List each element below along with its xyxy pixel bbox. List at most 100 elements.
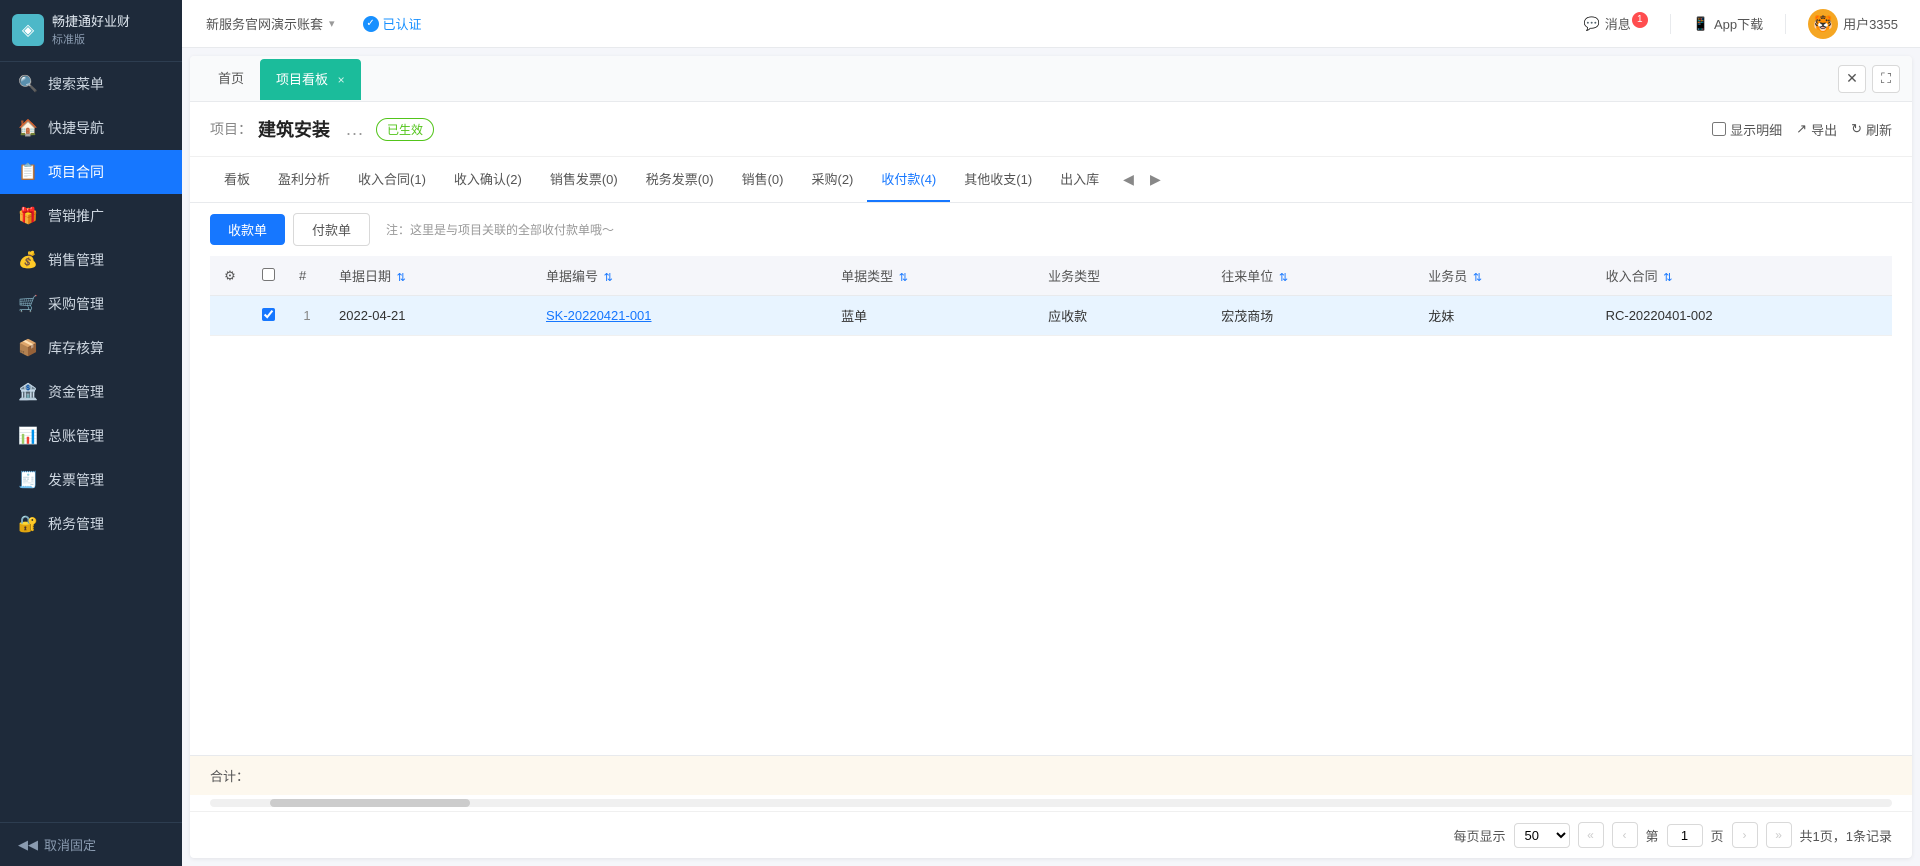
sub-nav-profit[interactable]: 盈利分析	[264, 157, 344, 202]
sidebar-item-funds[interactable]: 🏦 资金管理	[0, 370, 182, 414]
main-content: 新服务官网演示账套 ▾ ✓ 已认证 💬 消息 1 📱 App下载 🐯 用户	[182, 0, 1920, 866]
sidebar-item-marketing[interactable]: 🎁 营销推广	[0, 194, 182, 238]
prev-page-button[interactable]: ‹	[1612, 822, 1638, 848]
doc-link[interactable]: SK-20220421-001	[546, 308, 652, 323]
code-cell[interactable]: SK-20220421-001	[534, 296, 829, 336]
next-page-button[interactable]: ›	[1732, 822, 1758, 848]
salesperson-label: 业务员	[1428, 269, 1467, 284]
partner-label: 往来单位	[1221, 269, 1273, 284]
show-detail-toggle[interactable]: 显示明细	[1712, 120, 1782, 139]
sidebar-item-label: 税务管理	[48, 514, 104, 534]
sidebar-item-label: 销售管理	[48, 250, 104, 270]
status-badge: 已生效	[376, 118, 434, 141]
sidebar-unpin-button[interactable]: ◀◀ 取消固定	[0, 822, 182, 866]
topbar-left: 新服务官网演示账套 ▾ ✓ 已认证	[198, 10, 1578, 37]
account-selector[interactable]: 新服务官网演示账套 ▾	[198, 10, 343, 37]
sub-nav-receipt[interactable]: 收付款(4)	[867, 157, 950, 202]
type-column-header[interactable]: 单据类型 ⇅	[829, 256, 1036, 296]
checkbox-cell[interactable]	[250, 296, 287, 336]
invoice-icon: 🧾	[18, 470, 38, 490]
show-detail-checkbox[interactable]	[1712, 122, 1726, 136]
pagination: 每页显示 50 20 100 « ‹ 第 页 › » 共1页，1条记录	[190, 811, 1912, 858]
settings-column-header[interactable]: ⚙	[210, 256, 250, 296]
per-page-select[interactable]: 50 20 100	[1514, 823, 1570, 848]
sidebar-item-ledger[interactable]: 📊 总账管理	[0, 414, 182, 458]
first-page-button[interactable]: «	[1578, 822, 1604, 848]
partner-column-header[interactable]: 往来单位 ⇅	[1209, 256, 1416, 296]
tab-project-board[interactable]: 项目看板 ×	[260, 59, 361, 100]
sub-nav-income-contract[interactable]: 收入合同(1)	[344, 157, 440, 202]
sub-nav-sales[interactable]: 销售(0)	[728, 157, 798, 202]
income-contract-sort-icon: ⇅	[1663, 272, 1672, 284]
next-page-icon: ›	[1743, 828, 1747, 842]
sidebar-item-purchase[interactable]: 🛒 采购管理	[0, 282, 182, 326]
payment-bill-tab[interactable]: 付款单	[293, 213, 370, 246]
app-download-button[interactable]: 📱 App下载	[1687, 10, 1769, 37]
user-menu[interactable]: 🐯 用户3355	[1802, 5, 1904, 43]
account-name: 新服务官网演示账套	[206, 14, 323, 33]
code-label: 单据编号	[546, 269, 598, 284]
page-prefix-label: 第	[1646, 826, 1659, 845]
sub-tab-bar: 收款单 付款单 注：这里是与项目关联的全部收付款单哦～	[190, 203, 1912, 256]
salesperson-column-header[interactable]: 业务员 ⇅	[1416, 256, 1593, 296]
row-checkbox[interactable]	[262, 308, 275, 321]
date-column-header[interactable]: 单据日期 ⇅	[327, 256, 534, 296]
export-label: 导出	[1811, 120, 1837, 139]
tab-close-icon[interactable]: ×	[338, 73, 345, 87]
sub-nav-inout[interactable]: 出入库	[1046, 157, 1113, 202]
select-all-checkbox[interactable]	[262, 268, 275, 281]
total-label: 合计：	[210, 769, 249, 784]
sidebar-item-shortcut[interactable]: 🏠 快捷导航	[0, 106, 182, 150]
sidebar-item-search[interactable]: 🔍 搜索菜单	[0, 62, 182, 106]
sidebar-item-label: 库存核算	[48, 338, 104, 358]
biz-type-label: 业务类型	[1048, 269, 1100, 284]
scroll-thumb[interactable]	[270, 799, 470, 807]
sidebar-header: ◈ 畅捷通好业财 标准版	[0, 0, 182, 62]
sub-nav-prev-arrow[interactable]: ◀	[1117, 163, 1140, 196]
tab-home[interactable]: 首页	[202, 56, 260, 101]
sub-nav-purchase[interactable]: 采购(2)	[797, 157, 867, 202]
sidebar-item-inventory[interactable]: 📦 库存核算	[0, 326, 182, 370]
phone-icon: 📱	[1693, 16, 1709, 32]
funds-icon: 🏦	[18, 382, 38, 402]
sidebar-item-tax[interactable]: 🔐 税务管理	[0, 502, 182, 546]
page-header: 项目： 建筑安装 ... 已生效 显示明细 ↗ 导出 ↻ 刷新	[190, 102, 1912, 157]
certified-label: 已认证	[383, 14, 422, 33]
refresh-button[interactable]: ↻ 刷新	[1851, 120, 1892, 139]
sidebar-item-contract[interactable]: 📋 项目合同	[0, 150, 182, 194]
messages-button[interactable]: 💬 消息 1	[1578, 10, 1654, 37]
close-window-button[interactable]: ✕	[1838, 65, 1866, 93]
checkbox-column-header[interactable]	[250, 256, 287, 296]
sub-nav-other-expense[interactable]: 其他收支(1)	[950, 157, 1046, 202]
sub-nav-next-arrow[interactable]: ▶	[1144, 163, 1167, 196]
salesperson-sort-icon: ⇅	[1473, 272, 1482, 284]
sub-nav-tax-invoice[interactable]: 税务发票(0)	[632, 157, 728, 202]
sidebar-item-sales[interactable]: 💰 销售管理	[0, 238, 182, 282]
last-page-button[interactable]: »	[1766, 822, 1792, 848]
sidebar-item-invoice[interactable]: 🧾 发票管理	[0, 458, 182, 502]
page-number-input[interactable]	[1667, 824, 1703, 847]
receipt-bill-tab[interactable]: 收款单	[210, 214, 285, 245]
income-contract-column-header[interactable]: 收入合同 ⇅	[1594, 256, 1892, 296]
topbar: 新服务官网演示账套 ▾ ✓ 已认证 💬 消息 1 📱 App下载 🐯 用户	[182, 0, 1920, 48]
sidebar-item-label: 搜索菜单	[48, 74, 104, 94]
export-icon: ↗	[1796, 121, 1807, 137]
export-button[interactable]: ↗ 导出	[1796, 120, 1837, 139]
sidebar-item-label: 营销推广	[48, 206, 104, 226]
table-row[interactable]: 1 2022-04-21 SK-20220421-001 蓝单 应收款 宏茂商场…	[210, 296, 1892, 336]
divider2	[1785, 14, 1786, 34]
settings-icon: ⚙	[224, 268, 236, 283]
sub-nav-kanban[interactable]: 看板	[210, 157, 264, 202]
expand-window-button[interactable]: ⛶	[1872, 65, 1900, 93]
sub-nav-income-confirm[interactable]: 收入确认(2)	[440, 157, 536, 202]
code-column-header[interactable]: 单据编号 ⇅	[534, 256, 829, 296]
sub-nav: 看板 盈利分析 收入合同(1) 收入确认(2) 销售发票(0) 税务发票(0) …	[190, 157, 1912, 203]
unpin-icon: ◀◀	[18, 837, 38, 853]
messages-label: 消息	[1605, 14, 1631, 33]
page-header-actions: 显示明细 ↗ 导出 ↻ 刷新	[1712, 120, 1892, 139]
more-button[interactable]: ...	[346, 119, 364, 140]
home-icon: 🏠	[18, 118, 38, 138]
first-page-icon: «	[1587, 828, 1594, 842]
sub-nav-sales-invoice[interactable]: 销售发票(0)	[536, 157, 632, 202]
horizontal-scrollbar[interactable]	[210, 799, 1892, 807]
